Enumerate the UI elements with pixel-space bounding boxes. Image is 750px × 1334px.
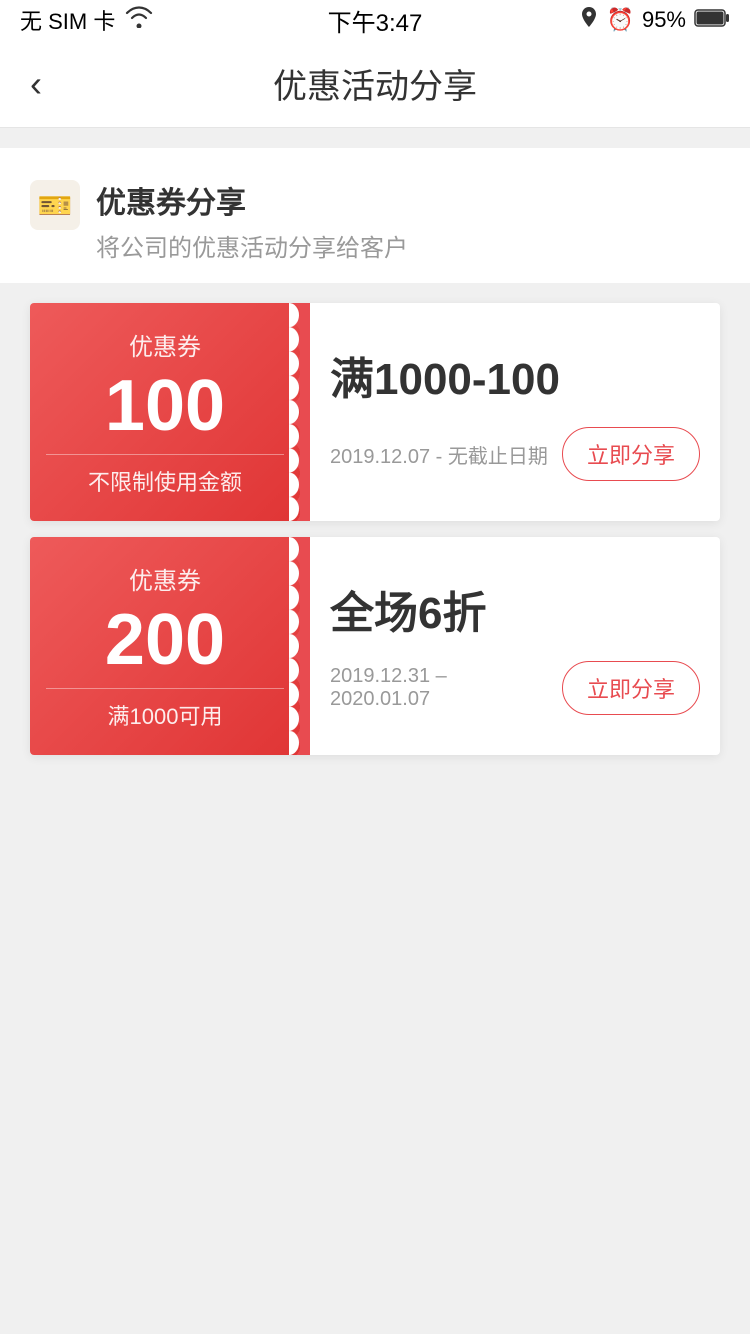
coupon-list: 优惠券 100 不限制使用金额 满1000-100 2019.12.07 - 无…	[0, 283, 750, 791]
share-button-0[interactable]: 立即分享	[562, 427, 700, 481]
section-text: 优惠券分享 将公司的优惠活动分享给客户	[96, 178, 408, 263]
coupon-card-1: 优惠券 200 满1000可用 全场6折 2019.12.31 – 2020.0…	[30, 537, 720, 755]
share-button-1[interactable]: 立即分享	[562, 661, 700, 715]
coupon-divider-1	[46, 688, 284, 689]
carrier-text: 无 SIM 卡	[20, 4, 115, 36]
status-bar: 无 SIM 卡 下午3:47 ⏰ 95%	[0, 0, 750, 40]
coupon-condition-1: 满1000可用	[108, 699, 223, 731]
section-icon: 🎫	[30, 180, 80, 230]
back-button[interactable]: ‹	[30, 66, 42, 102]
coupon-title-1: 全场6折	[330, 577, 700, 641]
section-subtitle: 将公司的优惠活动分享给客户	[96, 228, 408, 263]
nav-bar: ‹ 优惠活动分享	[0, 40, 750, 128]
coupon-red-1: 优惠券 200 满1000可用	[30, 537, 300, 755]
coupon-right-0: 满1000-100 2019.12.07 - 无截止日期 立即分享	[300, 303, 720, 521]
battery-text: 95%	[642, 7, 686, 33]
alarm-icon: ⏰	[607, 7, 634, 33]
coupon-condition-0: 不限制使用金额	[88, 465, 242, 497]
coupon-amount-0: 100	[105, 370, 225, 442]
wifi-icon	[125, 6, 153, 34]
status-time: 下午3:47	[328, 3, 423, 38]
coupon-label-1: 优惠券	[129, 561, 201, 596]
coupon-meta-0: 2019.12.07 - 无截止日期 立即分享	[330, 427, 700, 481]
coupon-card-0: 优惠券 100 不限制使用金额 满1000-100 2019.12.07 - 无…	[30, 303, 720, 521]
coupon-divider-0	[46, 454, 284, 455]
coupon-amount-1: 200	[105, 604, 225, 676]
coupon-title-0: 满1000-100	[330, 343, 700, 407]
location-icon	[579, 6, 599, 34]
coupon-right-1: 全场6折 2019.12.31 – 2020.01.07 立即分享	[300, 537, 720, 755]
coupon-date-0: 2019.12.07 - 无截止日期	[330, 440, 552, 469]
coupon-date-1: 2019.12.31 – 2020.01.07	[330, 665, 552, 711]
coupon-label-0: 优惠券	[129, 327, 201, 362]
section-header: 🎫 优惠券分享 将公司的优惠活动分享给客户	[0, 148, 750, 283]
nav-title: 优惠活动分享	[273, 59, 477, 108]
battery-icon	[694, 7, 730, 33]
coupon-red-0: 优惠券 100 不限制使用金额	[30, 303, 300, 521]
status-right: ⏰ 95%	[579, 6, 730, 34]
section-title: 优惠券分享	[96, 178, 408, 222]
coupon-meta-1: 2019.12.31 – 2020.01.07 立即分享	[330, 661, 700, 715]
status-left: 无 SIM 卡	[20, 4, 153, 36]
